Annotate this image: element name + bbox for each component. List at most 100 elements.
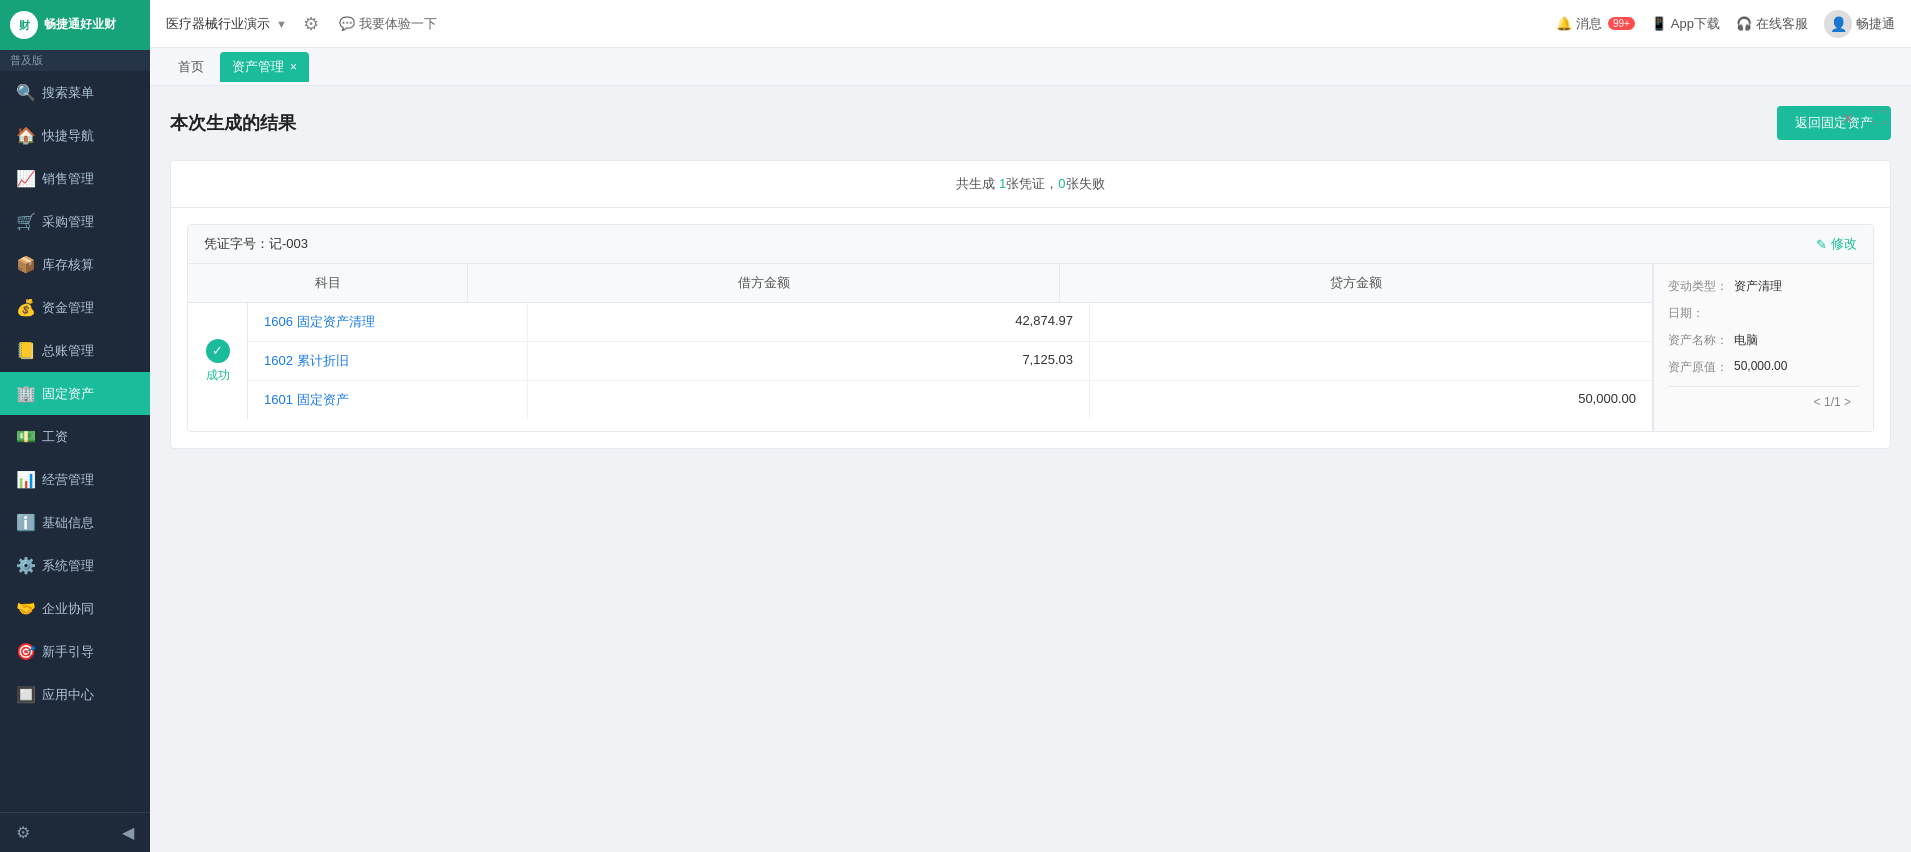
voucher-id: 凭证字号：记-003 — [204, 235, 308, 253]
sidebar-footer: ⚙ ◀ — [0, 812, 150, 852]
user-menu[interactable]: 👤 畅捷通 — [1824, 10, 1895, 38]
collapse-icon[interactable]: ◀ — [122, 823, 134, 842]
subject-link-3[interactable]: 1601 固定资产 — [264, 392, 349, 407]
topbar: 医疗器械行业演示 ▼ ⚙ 💬 我要体验一下 🔔 消息 99+ 📱 App下载 🎧… — [150, 0, 1911, 48]
sidebar-item-label: 应用中心 — [42, 686, 94, 704]
success-circle: ✓ — [206, 339, 230, 363]
credit-1 — [1090, 303, 1652, 341]
sidebar-item-quick-nav[interactable]: 🏠 快捷导航 — [0, 114, 150, 157]
close-panel-button[interactable]: ✕ — [1835, 106, 1859, 130]
app-version: 普及版 — [0, 50, 150, 71]
service-label: 在线客服 — [1756, 15, 1808, 33]
app-logo: 财 畅捷通好业财 — [0, 0, 150, 50]
sidebar-item-label: 销售管理 — [42, 170, 94, 188]
settings-footer-icon[interactable]: ⚙ — [16, 823, 30, 842]
sidebar-item-label: 快捷导航 — [42, 127, 94, 145]
sidebar-item-guide[interactable]: 🎯 新手引导 — [0, 630, 150, 673]
sidebar-item-label: 资金管理 — [42, 299, 94, 317]
settings-button[interactable]: ⚙ — [303, 13, 319, 35]
credit-3: 50,000.00 — [1090, 381, 1652, 419]
sidebar: 财 畅捷通好业财 普及版 🔍 搜索菜单 🏠 快捷导航 📈 销售管理 🛒 采购管理… — [0, 0, 150, 852]
sidebar-item-purchase[interactable]: 🛒 采购管理 — [0, 200, 150, 243]
asset-value-value: 50,000.00 — [1734, 359, 1787, 376]
topbar-right: 🔔 消息 99+ 📱 App下载 🎧 在线客服 👤 畅捷通 — [1556, 10, 1895, 38]
ledger-icon: 📒 — [16, 341, 34, 360]
voucher-block: 凭证字号：记-003 ✎ 修改 科目 借方金额 贷方金额 — [187, 224, 1874, 432]
voucher-count: 1 — [999, 176, 1006, 191]
sidebar-item-system[interactable]: ⚙️ 系统管理 — [0, 544, 150, 587]
service-icon: 🎧 — [1736, 16, 1752, 31]
message-button[interactable]: 🔔 消息 99+ — [1556, 15, 1635, 33]
guide-icon: 🎯 — [16, 642, 34, 661]
edit-icon: ✎ — [1816, 237, 1827, 252]
user-avatar: 👤 — [1824, 10, 1852, 38]
sidebar-item-label: 新手引导 — [42, 643, 94, 661]
sidebar-item-sales[interactable]: 📈 销售管理 — [0, 157, 150, 200]
trial-button[interactable]: 💬 我要体验一下 — [339, 15, 437, 33]
debit-1: 42,874.97 — [528, 303, 1090, 341]
subject-link-1[interactable]: 1606 固定资产清理 — [264, 314, 375, 329]
voucher-header: 凭证字号：记-003 ✎ 修改 — [188, 225, 1873, 264]
debit-2: 7,125.03 — [528, 342, 1090, 380]
sidebar-nav: 🔍 搜索菜单 🏠 快捷导航 📈 销售管理 🛒 采购管理 📦 库存核算 💰 资金管… — [0, 71, 150, 812]
logo-text: 畅捷通好业财 — [44, 17, 116, 33]
sidebar-item-operations[interactable]: 📊 经营管理 — [0, 458, 150, 501]
app-download-button[interactable]: 📱 App下载 — [1651, 15, 1720, 33]
asset-name-value: 电脑 — [1734, 332, 1758, 349]
date-row: 日期： — [1668, 305, 1859, 322]
customer-service-button[interactable]: 🎧 在线客服 — [1736, 15, 1808, 33]
col-credit: 贷方金额 — [1060, 264, 1652, 302]
pagination-next[interactable]: > — [1844, 395, 1851, 409]
fail-count: 0 — [1058, 176, 1065, 191]
table-rows: 1606 固定资产清理 42,874.97 1602 累计折旧 7, — [248, 303, 1652, 419]
edit-label: 修改 — [1831, 235, 1857, 253]
result-container: 共生成 1张凭证，0张失败 凭证字号：记-003 ✎ 修改 科目 借方金额 — [170, 160, 1891, 449]
tab-home[interactable]: 首页 — [166, 52, 216, 82]
enterprise-icon: 🤝 — [16, 599, 34, 618]
change-type-value: 资产清理 — [1734, 278, 1782, 295]
company-selector[interactable]: 医疗器械行业演示 ▼ — [166, 15, 287, 33]
operations-icon: 📊 — [16, 470, 34, 489]
close-tab-icon[interactable]: × — [290, 60, 297, 74]
subject-link-2[interactable]: 1602 累计折旧 — [264, 353, 349, 368]
success-indicator: ✓ 成功 — [188, 303, 248, 419]
col-subject: 科目 — [188, 264, 468, 302]
pagination-prev[interactable]: < — [1814, 395, 1821, 409]
sidebar-item-label: 经营管理 — [42, 471, 94, 489]
sidebar-item-app-center[interactable]: 🔲 应用中心 — [0, 673, 150, 716]
edit-voucher-button[interactable]: ✎ 修改 — [1816, 235, 1857, 253]
sidebar-item-fixed-assets[interactable]: 🏢 固定资产 — [0, 372, 150, 415]
app-center-icon: 🔲 — [16, 685, 34, 704]
tab-active-label: 资产管理 — [232, 58, 284, 76]
asset-value-label: 资产原值： — [1668, 359, 1728, 376]
page-title: 本次生成的结果 — [170, 111, 296, 135]
sidebar-item-label: 固定资产 — [42, 385, 94, 403]
sidebar-item-label: 采购管理 — [42, 213, 94, 231]
company-name: 医疗器械行业演示 — [166, 15, 270, 33]
app-download-label: App下载 — [1671, 15, 1720, 33]
side-pagination: < 1/1 > — [1668, 386, 1859, 417]
inventory-icon: 📦 — [16, 255, 34, 274]
app-download-icon: 📱 — [1651, 16, 1667, 31]
table-row-wrapper: ✓ 成功 1606 固定资产清理 42,874.97 — [188, 303, 1652, 419]
change-type-label: 变动类型： — [1668, 278, 1728, 295]
table-row: 1602 累计折旧 7,125.03 — [248, 342, 1652, 381]
date-label: 日期： — [1668, 305, 1704, 322]
sidebar-item-enterprise[interactable]: 🤝 企业协同 — [0, 587, 150, 630]
sidebar-item-funds[interactable]: 💰 资金管理 — [0, 286, 150, 329]
voucher-table: 科目 借方金额 贷方金额 ✓ 成功 — [188, 264, 1653, 431]
sidebar-item-ledger[interactable]: 📒 总账管理 — [0, 329, 150, 372]
sidebar-item-basic-info[interactable]: ℹ️ 基础信息 — [0, 501, 150, 544]
sidebar-item-inventory[interactable]: 📦 库存核算 — [0, 243, 150, 286]
change-type-row: 变动类型： 资产清理 — [1668, 278, 1859, 295]
asset-value-row: 资产原值： 50,000.00 — [1668, 359, 1859, 376]
debit-3 — [528, 381, 1090, 419]
success-text: 成功 — [206, 367, 230, 384]
expand-panel-button[interactable]: ⛶ — [1867, 106, 1891, 130]
tab-asset-management[interactable]: 资产管理 × — [220, 52, 309, 82]
payroll-icon: 💵 — [16, 427, 34, 446]
page-content: ✕ ⛶ 本次生成的结果 返回固定资产 共生成 1张凭证，0张失败 凭证字号：记-… — [150, 86, 1911, 852]
table-row: 1606 固定资产清理 42,874.97 — [248, 303, 1652, 342]
sidebar-item-search[interactable]: 🔍 搜索菜单 — [0, 71, 150, 114]
sidebar-item-payroll[interactable]: 💵 工资 — [0, 415, 150, 458]
